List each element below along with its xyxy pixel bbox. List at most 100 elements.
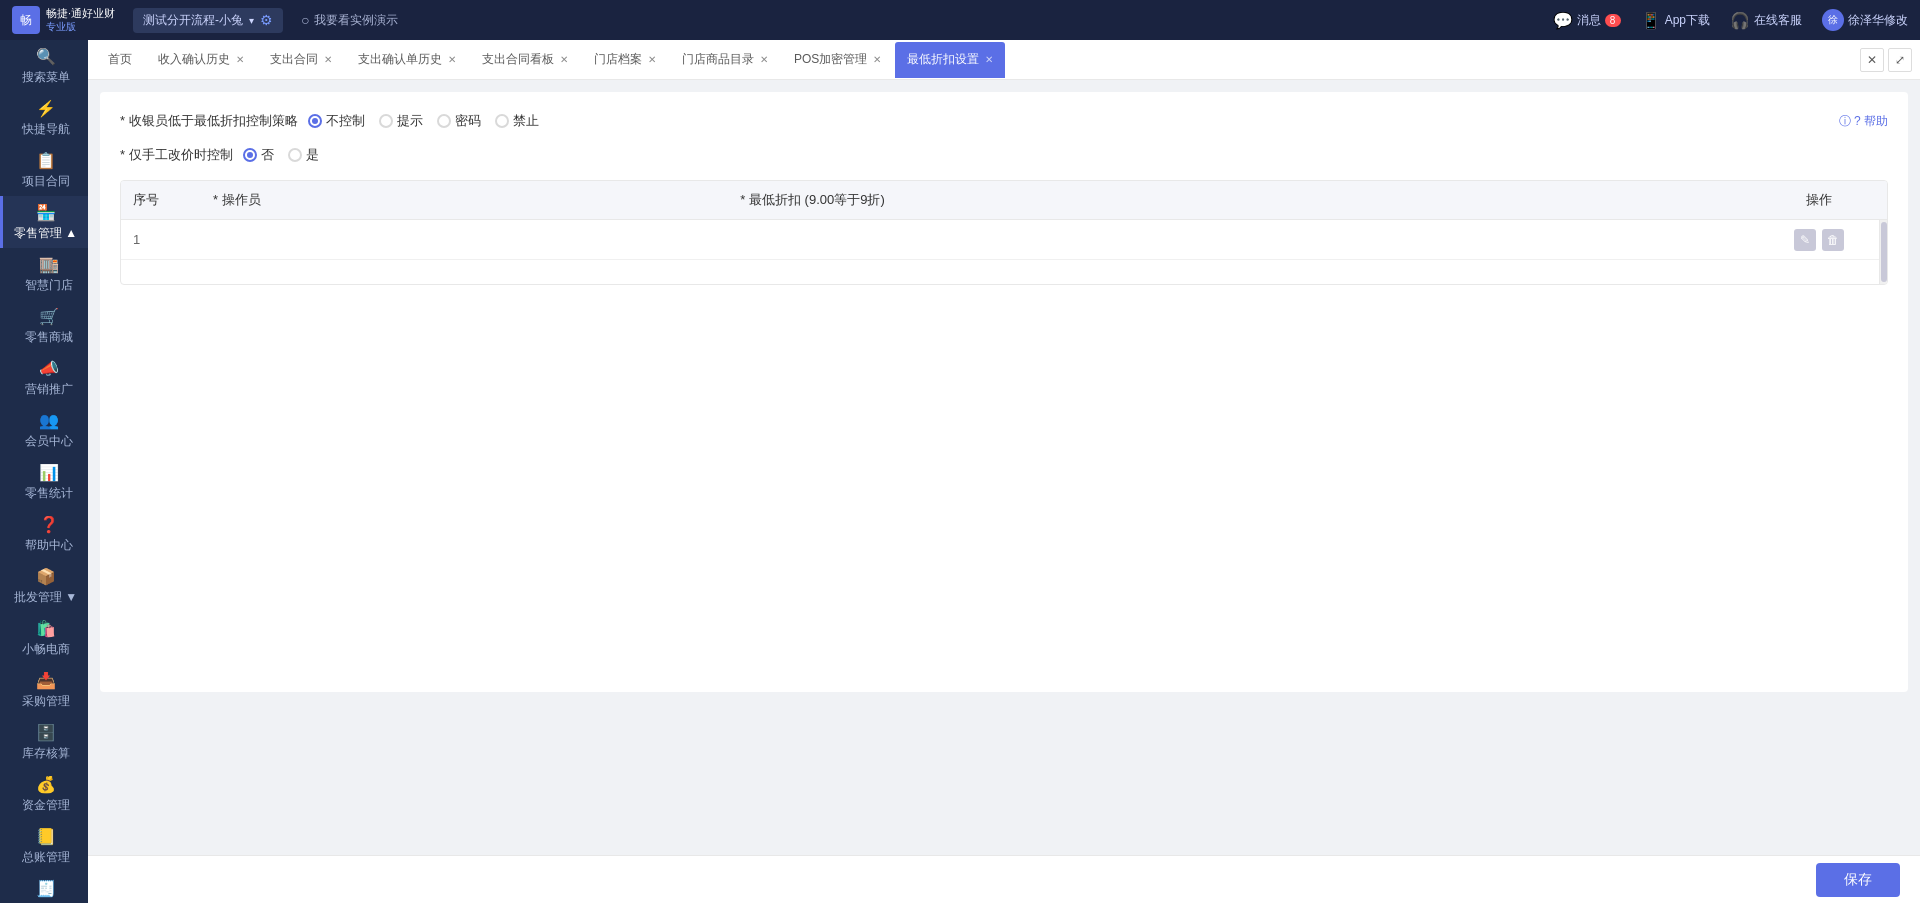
th-operator: * 操作员 <box>201 181 728 219</box>
th-seq: 序号 <box>121 181 201 219</box>
message-button[interactable]: 💬 消息 8 <box>1553 11 1621 30</box>
user-profile[interactable]: 徐 徐泽华修改 <box>1822 9 1908 31</box>
form-row-manual-price: * 仅手工改价时控制 否 是 <box>120 146 1888 164</box>
sidebar-item-finance[interactable]: 💰 资金管理 <box>0 768 88 820</box>
sidebar-item-marketing[interactable]: 📣 营销推广 <box>0 352 88 404</box>
th-discount: * 最低折扣 (9.00等于9折) <box>728 181 1759 219</box>
close-min-discount-icon[interactable]: ✕ <box>985 54 993 65</box>
radio-password[interactable]: 密码 <box>437 112 481 130</box>
maximize-tab-button[interactable]: ⤢ <box>1888 48 1912 72</box>
member-icon: 👥 <box>39 411 59 430</box>
radio-forbid[interactable]: 禁止 <box>495 112 539 130</box>
discount-strategy-label: * 收银员低于最低折扣控制策略 <box>120 112 298 130</box>
logo-text: 畅捷·通好业财 专业版 <box>46 7 115 32</box>
radio-manual-no-circle <box>243 148 257 162</box>
save-button[interactable]: 保存 <box>1816 863 1900 897</box>
sidebar-item-smart-store[interactable]: 🏬 智慧门店 <box>0 248 88 300</box>
td-seq-1: 1 <box>121 224 201 255</box>
sidebar: 🔍 搜索菜单 ⚡ 快捷导航 📋 项目合同 🏪 零售管理 ▲ 🏬 智慧门店 🛒 零… <box>0 40 88 903</box>
sidebar-item-contract[interactable]: 📋 项目合同 <box>0 144 88 196</box>
wholesale-icon: 📦 <box>36 567 56 586</box>
app-download-button[interactable]: 📱 App下载 <box>1641 11 1710 30</box>
th-scrollbar-spacer <box>1879 181 1887 219</box>
tab-income-history[interactable]: 收入确认历史 ✕ <box>146 42 256 78</box>
tab-expense-contract[interactable]: 支出合同 ✕ <box>258 42 344 78</box>
sidebar-item-ecommerce[interactable]: 🛍️ 小畅电商 <box>0 612 88 664</box>
table-scrollbar[interactable] <box>1879 220 1887 284</box>
edit-row-button[interactable]: ✎ <box>1794 229 1816 251</box>
message-badge: 8 <box>1605 14 1621 27</box>
marketing-icon: 📣 <box>39 359 59 378</box>
sidebar-item-help[interactable]: ❓ 帮助中心 <box>0 508 88 560</box>
project-selector[interactable]: 测试分开流程-小兔 ⚙ <box>133 8 283 33</box>
scrollbar-thumb[interactable] <box>1881 222 1887 282</box>
tab-store-catalog[interactable]: 门店商品目录 ✕ <box>670 42 780 78</box>
ledger-icon: 📒 <box>36 827 56 846</box>
top-bar-right: 💬 消息 8 📱 App下载 🎧 在线客服 徐 徐泽华修改 <box>1553 9 1908 31</box>
tab-min-discount[interactable]: 最低折扣设置 ✕ <box>895 42 1005 78</box>
close-expense-board-icon[interactable]: ✕ <box>560 54 568 65</box>
tab-expense-board[interactable]: 支出合同看板 ✕ <box>470 42 580 78</box>
delete-row-button[interactable]: 🗑 <box>1822 229 1844 251</box>
table-header: 序号 * 操作员 * 最低折扣 (9.00等于9折) 操作 <box>121 181 1887 220</box>
page-content: * 收银员低于最低折扣控制策略 不控制 提示 密码 <box>88 80 1920 855</box>
tabs-bar: 首页 收入确认历史 ✕ 支出合同 ✕ 支出确认单历史 ✕ 支出合同看板 ✕ 门店… <box>88 40 1920 80</box>
radio-no-control[interactable]: 不控制 <box>308 112 365 130</box>
radio-manual-no[interactable]: 否 <box>243 146 274 164</box>
close-income-history-icon[interactable]: ✕ <box>236 54 244 65</box>
close-store-catalog-icon[interactable]: ✕ <box>760 54 768 65</box>
settings-card: * 收银员低于最低折扣控制策略 不控制 提示 密码 <box>100 92 1908 692</box>
discount-table: 序号 * 操作员 * 最低折扣 (9.00等于9折) 操作 1 <box>120 180 1888 285</box>
sidebar-item-invoice[interactable]: 🧾 发票管理 <box>0 872 88 903</box>
ecommerce-icon: 🛍️ <box>36 619 56 638</box>
sidebar-item-purchase[interactable]: 📥 采购管理 <box>0 664 88 716</box>
tab-home[interactable]: 首页 <box>96 42 144 78</box>
tabs-actions: ✕ ⤢ <box>1860 48 1912 72</box>
help-circle-icon: ⓘ <box>1839 113 1851 130</box>
close-expense-confirm-icon[interactable]: ✕ <box>448 54 456 65</box>
form-row-discount-strategy: * 收银员低于最低折扣控制策略 不控制 提示 密码 <box>120 112 1888 130</box>
discount-strategy-radio-group: 不控制 提示 密码 禁止 <box>308 112 539 130</box>
sidebar-item-retail-stats[interactable]: 📊 零售统计 <box>0 456 88 508</box>
sidebar-item-online-store[interactable]: 🛒 零售商城 <box>0 300 88 352</box>
tab-pos-encrypt[interactable]: POS加密管理 ✕ <box>782 42 893 78</box>
finance-icon: 💰 <box>36 775 56 794</box>
radio-prompt[interactable]: 提示 <box>379 112 423 130</box>
sidebar-item-member[interactable]: 👥 会员中心 <box>0 404 88 456</box>
online-service-button[interactable]: 🎧 在线客服 <box>1730 11 1802 30</box>
radio-password-circle <box>437 114 451 128</box>
close-store-archive-icon[interactable]: ✕ <box>648 54 656 65</box>
manual-price-label: * 仅手工改价时控制 <box>120 146 233 164</box>
td-action-1: ✎ 🗑 <box>1759 221 1879 259</box>
radio-manual-yes-circle <box>288 148 302 162</box>
td-operator-1 <box>201 232 728 248</box>
main-layout: 🔍 搜索菜单 ⚡ 快捷导航 📋 项目合同 🏪 零售管理 ▲ 🏬 智慧门店 🛒 零… <box>0 40 1920 903</box>
project-chevron-icon <box>249 13 254 27</box>
close-tab-button[interactable]: ✕ <box>1860 48 1884 72</box>
demo-link[interactable]: ○ 我要看实例演示 <box>301 12 397 29</box>
avatar: 徐 <box>1822 9 1844 31</box>
sidebar-item-retail[interactable]: 🏪 零售管理 ▲ <box>0 196 88 248</box>
sidebar-item-search[interactable]: 🔍 搜索菜单 <box>0 40 88 92</box>
logo: 畅 畅捷·通好业财 专业版 <box>12 6 115 34</box>
close-expense-contract-icon[interactable]: ✕ <box>324 54 332 65</box>
sidebar-item-wholesale[interactable]: 📦 批发管理 ▼ <box>0 560 88 612</box>
top-bar: 畅 畅捷·通好业财 专业版 测试分开流程-小兔 ⚙ ○ 我要看实例演示 💬 消息… <box>0 0 1920 40</box>
stats-icon: 📊 <box>39 463 59 482</box>
tab-expense-confirm[interactable]: 支出确认单历史 ✕ <box>346 42 468 78</box>
radio-prompt-circle <box>379 114 393 128</box>
sidebar-item-quicknav[interactable]: ⚡ 快捷导航 <box>0 92 88 144</box>
radio-no-control-circle <box>308 114 322 128</box>
radio-manual-yes[interactable]: 是 <box>288 146 319 164</box>
help-button[interactable]: ⓘ ? 帮助 <box>1839 113 1888 130</box>
settings-icon[interactable]: ⚙ <box>260 12 273 28</box>
invoice-icon: 🧾 <box>36 879 56 898</box>
retail-icon: 🏪 <box>36 203 56 222</box>
content-area: 首页 收入确认历史 ✕ 支出合同 ✕ 支出确认单历史 ✕ 支出合同看板 ✕ 门店… <box>88 40 1920 903</box>
radio-forbid-circle <box>495 114 509 128</box>
close-pos-encrypt-icon[interactable]: ✕ <box>873 54 881 65</box>
sidebar-item-inventory[interactable]: 🗄️ 库存核算 <box>0 716 88 768</box>
help-icon: ❓ <box>39 515 59 534</box>
tab-store-archive[interactable]: 门店档案 ✕ <box>582 42 668 78</box>
sidebar-item-ledger[interactable]: 📒 总账管理 <box>0 820 88 872</box>
